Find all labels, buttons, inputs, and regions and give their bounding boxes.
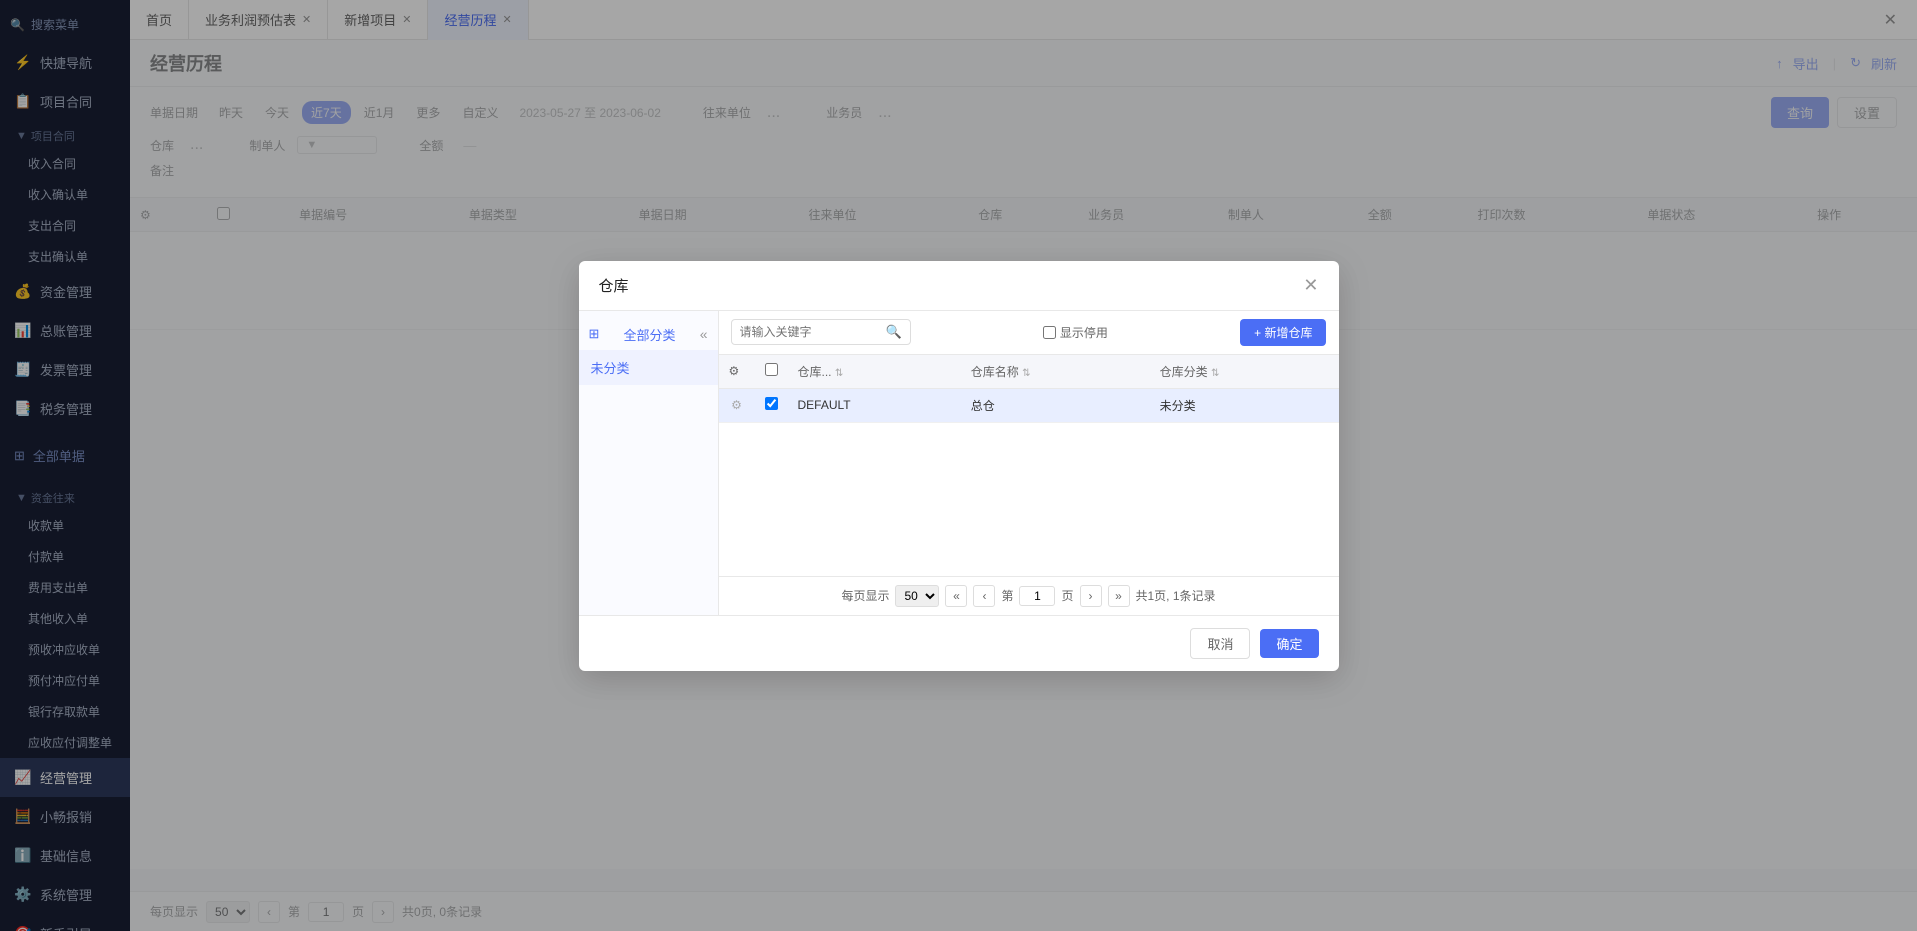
- dialog-header: 仓库 ✕: [579, 261, 1339, 311]
- dialog-last-page-btn[interactable]: »: [1108, 585, 1130, 607]
- all-category-label: 全部分类: [624, 325, 676, 344]
- modal-overlay: 仓库 ✕ ⊞ 全部分类 « 未分类 🔍: [0, 0, 1917, 931]
- row-checkbox[interactable]: [755, 388, 788, 422]
- dialog-col-code: 仓库... ⇅: [788, 355, 961, 389]
- dialog-prev-page-btn[interactable]: ‹: [973, 585, 995, 607]
- dialog-page-word: 第: [1001, 587, 1013, 604]
- dialog-toolbar: 🔍 显示停用 + 新增仓库: [719, 311, 1339, 355]
- add-warehouse-button[interactable]: + 新增仓库: [1240, 319, 1326, 346]
- dialog-search-icon: 🔍: [886, 324, 902, 340]
- dialog-col-checkbox[interactable]: [755, 355, 788, 389]
- dialog-body: ⊞ 全部分类 « 未分类 🔍 显示停用: [579, 311, 1339, 615]
- dialog-footer: 取消 确定: [579, 615, 1339, 671]
- dialog-per-page-label: 每页显示: [841, 587, 889, 604]
- all-category-icon: ⊞: [589, 326, 600, 342]
- row-settings: ⚙: [719, 388, 755, 422]
- dialog-table: ⚙ 仓库... ⇅ 仓库名称: [719, 355, 1339, 423]
- row-name: 总仓: [961, 388, 1150, 422]
- dialog-first-page-btn[interactable]: «: [945, 585, 967, 607]
- dialog-title: 仓库: [599, 275, 629, 296]
- select-all-checkbox[interactable]: [765, 363, 778, 376]
- dialog-search-box: 🔍: [731, 319, 911, 345]
- show-disabled-label[interactable]: 显示停用: [1043, 324, 1108, 341]
- dialog-page-suffix: 页: [1061, 587, 1073, 604]
- all-category-btn[interactable]: ⊞ 全部分类 «: [579, 319, 718, 350]
- dialog-search-input[interactable]: [740, 325, 880, 339]
- sort-category-icon[interactable]: ⇅: [1211, 368, 1219, 379]
- dialog-close-button[interactable]: ✕: [1303, 275, 1318, 296]
- row-category: 未分类: [1150, 388, 1339, 422]
- category-unclassified[interactable]: 未分类: [579, 350, 718, 385]
- dialog-next-page-btn[interactable]: ›: [1080, 585, 1102, 607]
- dialog-col-name: 仓库名称 ⇅: [961, 355, 1150, 389]
- confirm-button[interactable]: 确定: [1260, 629, 1318, 658]
- dialog-table-wrap: ⚙ 仓库... ⇅ 仓库名称: [719, 355, 1339, 576]
- dialog-col-category: 仓库分类 ⇅: [1150, 355, 1339, 389]
- dialog-left-panel: ⊞ 全部分类 « 未分类: [579, 311, 719, 615]
- table-row[interactable]: ⚙ DEFAULT 总仓 未分类: [719, 388, 1339, 422]
- cancel-button[interactable]: 取消: [1190, 628, 1250, 659]
- sort-name-icon[interactable]: ⇅: [1022, 368, 1030, 379]
- row-code: DEFAULT: [788, 388, 961, 422]
- sort-code-icon[interactable]: ⇅: [835, 368, 843, 379]
- dialog-right-panel: 🔍 显示停用 + 新增仓库 ⚙: [719, 311, 1339, 615]
- row-select-checkbox[interactable]: [765, 397, 778, 410]
- show-disabled-checkbox[interactable]: [1043, 326, 1056, 339]
- dialog-table-header: ⚙ 仓库... ⇅ 仓库名称: [719, 355, 1339, 389]
- dialog-page-input[interactable]: [1019, 586, 1055, 606]
- dialog-total-label: 共1页, 1条记录: [1136, 587, 1216, 604]
- warehouse-dialog: 仓库 ✕ ⊞ 全部分类 « 未分类 🔍: [579, 261, 1339, 671]
- gear-icon: ⚙: [729, 364, 740, 378]
- dialog-col-settings[interactable]: ⚙: [719, 355, 755, 389]
- dialog-per-page-select[interactable]: 50: [895, 585, 939, 607]
- dialog-pagination: 每页显示 50 « ‹ 第 页 › » 共1页, 1条记录: [719, 576, 1339, 615]
- dialog-collapse-btn[interactable]: «: [700, 326, 708, 342]
